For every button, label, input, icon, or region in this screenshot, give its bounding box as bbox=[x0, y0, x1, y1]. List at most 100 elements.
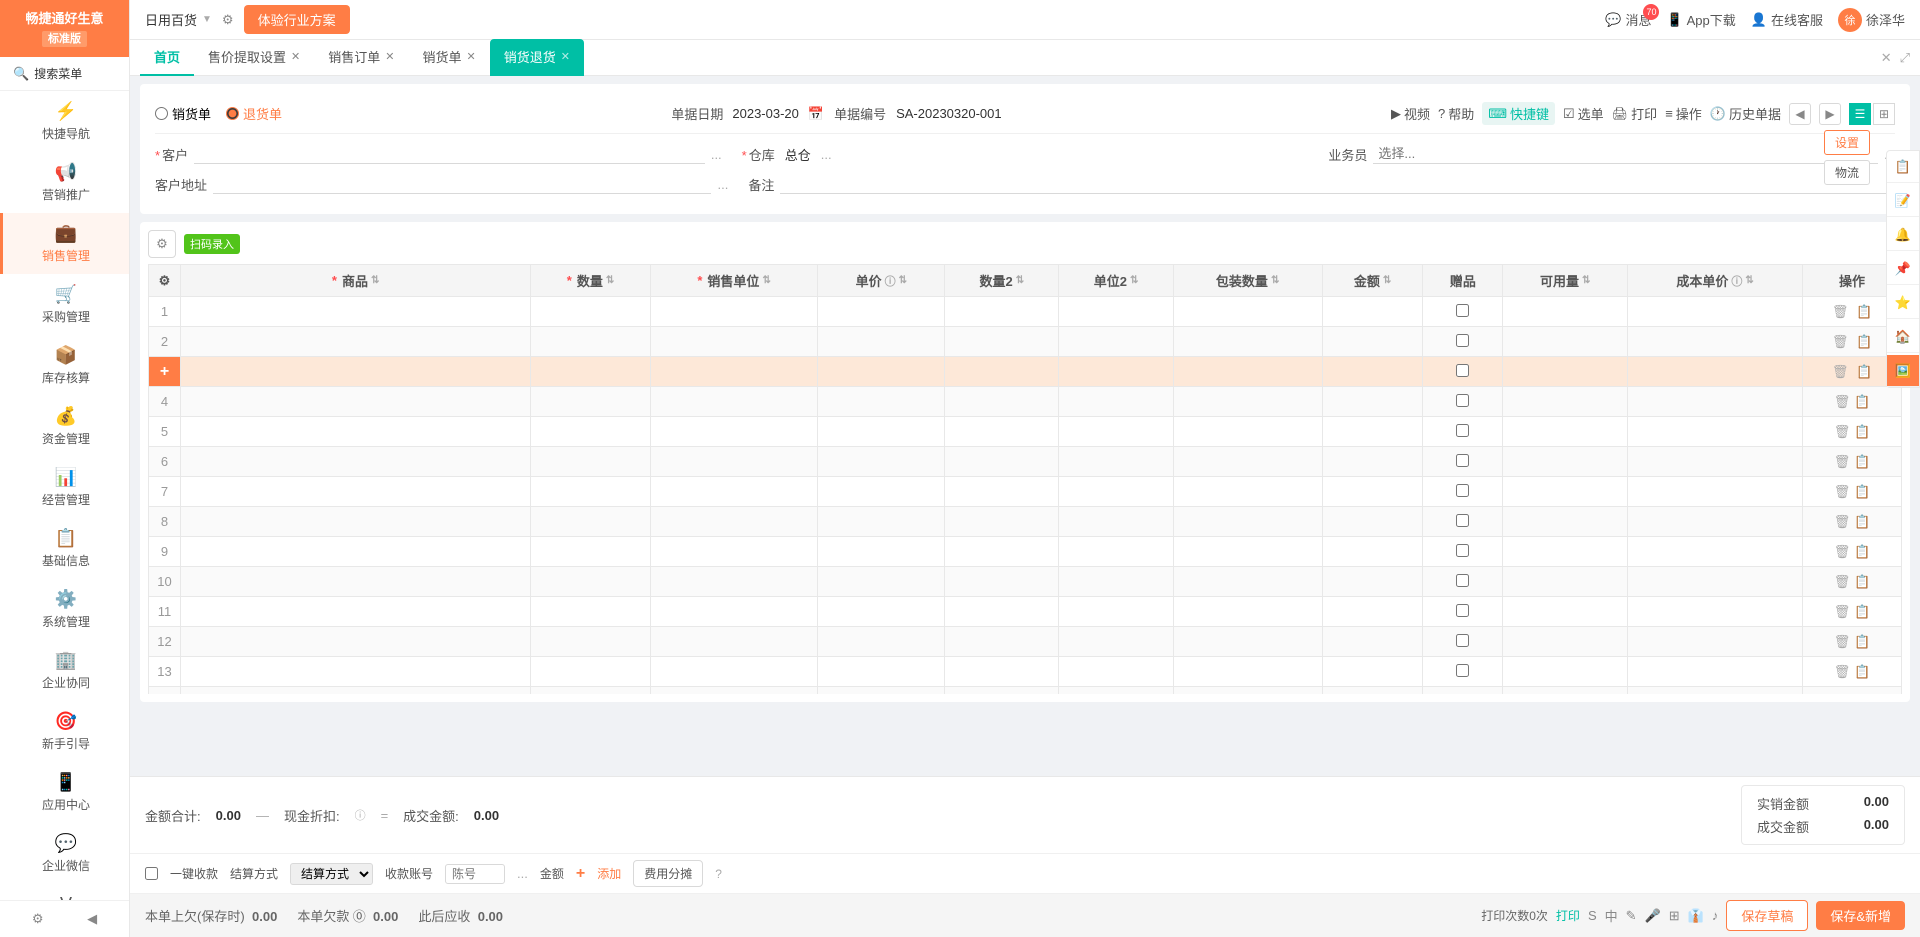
gift-checkbox[interactable] bbox=[1456, 304, 1469, 317]
help-tool[interactable]: ? 帮助 bbox=[1438, 104, 1474, 123]
logistics-btn[interactable]: 物流 bbox=[1824, 160, 1870, 185]
gift-checkbox[interactable] bbox=[1456, 454, 1469, 467]
salesperson-input[interactable] bbox=[1373, 144, 1878, 164]
address-input[interactable] bbox=[213, 174, 711, 194]
gift-checkbox[interactable] bbox=[1456, 424, 1469, 437]
unit2-sort-icon[interactable]: ⇅ bbox=[1130, 275, 1138, 286]
qty-cell[interactable] bbox=[531, 297, 650, 327]
qty2-sort-icon[interactable]: ⇅ bbox=[1016, 275, 1024, 286]
tab-sale-price[interactable]: 售价提取设置 ✕ bbox=[194, 39, 314, 76]
unit2-cell[interactable] bbox=[1059, 297, 1173, 327]
sidebar-search[interactable]: 🔍 搜索菜单 bbox=[0, 57, 129, 91]
product-sort-icon[interactable]: ⇅ bbox=[371, 275, 379, 286]
cash-discount-info[interactable]: ⓘ bbox=[355, 807, 366, 823]
delete-icon[interactable]: 🗑 bbox=[1834, 544, 1851, 559]
radio-sale[interactable]: 销货单 bbox=[155, 104, 211, 123]
unit-sort-icon[interactable]: ⇅ bbox=[762, 275, 770, 286]
remark-input[interactable] bbox=[780, 174, 1895, 194]
delete-icon[interactable]: 🗑 bbox=[1834, 484, 1851, 499]
gift-checkbox[interactable] bbox=[1456, 544, 1469, 557]
gift-checkbox[interactable] bbox=[1456, 394, 1469, 407]
copy-icon[interactable]: 📋 bbox=[1854, 544, 1870, 559]
next-record-btn[interactable]: ▶ bbox=[1819, 103, 1841, 125]
settlement-select[interactable]: 结算方式 bbox=[290, 863, 373, 885]
delete-icon[interactable]: 🗑 bbox=[1834, 694, 1851, 695]
history-tool[interactable]: 🕐 历史单据 bbox=[1710, 104, 1781, 123]
fee-split-btn[interactable]: 费用分摊 bbox=[633, 860, 703, 887]
sidebar-item-marketing[interactable]: 📢 营销推广 bbox=[0, 152, 129, 213]
sidebar-item-sales-mgmt[interactable]: 💼 销售管理 bbox=[0, 213, 129, 274]
sidebar-collapse-icon[interactable]: ◀ bbox=[87, 911, 97, 927]
tab-close-icon[interactable]: ✕ bbox=[467, 50, 476, 63]
cost-sort-icon[interactable]: ⇅ bbox=[1745, 275, 1753, 286]
gift-checkbox[interactable] bbox=[1456, 664, 1469, 677]
rfp-btn-5[interactable]: ⭐ bbox=[1887, 287, 1919, 319]
gift-checkbox[interactable] bbox=[1456, 334, 1469, 347]
unit-cell[interactable] bbox=[650, 297, 818, 327]
gift-checkbox[interactable] bbox=[1456, 694, 1469, 695]
save-new-btn[interactable]: 保存&新增 bbox=[1816, 901, 1905, 930]
pack-cell[interactable] bbox=[1173, 297, 1322, 327]
tab-close-all-icon[interactable]: ✕ bbox=[1881, 50, 1892, 66]
rfp-btn-6[interactable]: 🏠 bbox=[1887, 321, 1919, 353]
product-cell[interactable] bbox=[181, 297, 531, 327]
delete-icon[interactable]: 🗑 bbox=[1834, 454, 1851, 469]
sidebar-item-quick-nav[interactable]: ⚡ 快捷导航 bbox=[0, 91, 129, 152]
rfp-btn-1[interactable]: 📋 bbox=[1887, 151, 1919, 183]
delete-icon[interactable]: 🗑 bbox=[1832, 364, 1849, 379]
gift-checkbox[interactable] bbox=[1456, 484, 1469, 497]
copy-icon[interactable]: 📋 bbox=[1854, 454, 1870, 469]
tab-sale-delivery[interactable]: 销货单 ✕ bbox=[408, 39, 489, 76]
rfp-btn-3[interactable]: 🔔 bbox=[1887, 219, 1919, 251]
available-sort-icon[interactable]: ⇅ bbox=[1582, 275, 1590, 286]
tab-home[interactable]: 首页 bbox=[140, 39, 194, 76]
shortcut-tool[interactable]: ⌨ 快捷键 bbox=[1482, 102, 1555, 125]
gift-checkbox[interactable] bbox=[1456, 574, 1469, 587]
calendar-icon[interactable]: 📅 bbox=[808, 106, 824, 122]
sidebar-item-inventory[interactable]: 📦 库存核算 bbox=[0, 335, 129, 396]
copy-icon[interactable]: 📋 bbox=[1854, 694, 1870, 695]
available-cell[interactable] bbox=[1503, 297, 1628, 327]
table-view-btn[interactable]: ☰ bbox=[1849, 103, 1871, 125]
warehouse-dots[interactable]: ... bbox=[821, 147, 832, 162]
radio-return-input[interactable] bbox=[226, 107, 239, 120]
pack-sort-icon[interactable]: ⇅ bbox=[1271, 275, 1279, 286]
cost-info-icon[interactable]: ⓘ bbox=[1731, 273, 1742, 289]
prev-record-btn[interactable]: ◀ bbox=[1789, 103, 1811, 125]
copy-icon[interactable]: 📋 bbox=[1854, 634, 1870, 649]
message-section[interactable]: 💬 70 消息 bbox=[1605, 10, 1651, 29]
sidebar-item-enterprise[interactable]: 🏢 企业协同 bbox=[0, 640, 129, 701]
account-input[interactable] bbox=[445, 864, 505, 884]
amount-sort-icon[interactable]: ⇅ bbox=[1383, 275, 1391, 286]
copy-icon[interactable]: 📋 bbox=[1854, 484, 1870, 499]
sidebar-item-enterprise-wechat[interactable]: 💬 企业微信 bbox=[0, 823, 129, 884]
price-cell[interactable] bbox=[818, 297, 945, 327]
delete-icon[interactable]: 🗑 bbox=[1832, 334, 1849, 349]
sidebar-item-operations[interactable]: 📊 经营管理 bbox=[0, 457, 129, 518]
sidebar-item-beginner[interactable]: 🎯 新手引导 bbox=[0, 701, 129, 762]
print-btn[interactable]: 打印 bbox=[1556, 907, 1580, 924]
daily-selector[interactable]: 日用百货 ▼ bbox=[145, 10, 212, 29]
grid-view-btn[interactable]: ⊞ bbox=[1873, 103, 1895, 125]
delete-icon[interactable]: 🗑 bbox=[1834, 514, 1851, 529]
rfp-btn-4[interactable]: 📌 bbox=[1887, 253, 1919, 285]
trial-btn[interactable]: 体验行业方案 bbox=[244, 5, 350, 34]
print-tool[interactable]: 🖨 打印 bbox=[1612, 104, 1658, 123]
qty-sort-icon[interactable]: ⇅ bbox=[606, 275, 614, 286]
delete-icon[interactable]: 🗑 bbox=[1834, 394, 1851, 409]
customer-dots[interactable]: ... bbox=[711, 147, 722, 162]
user-section[interactable]: 徐 徐泽华 bbox=[1838, 8, 1905, 32]
sidebar-item-purchase[interactable]: 🛒 采购管理 bbox=[0, 274, 129, 335]
form-settings-btn[interactable]: 设置 bbox=[1824, 130, 1870, 155]
copy-icon[interactable]: 📋 bbox=[1856, 334, 1872, 349]
sidebar-item-vip[interactable]: V 畅会员 bbox=[0, 884, 129, 900]
copy-icon[interactable]: 📋 bbox=[1854, 664, 1870, 679]
address-dots[interactable]: ... bbox=[717, 177, 728, 192]
video-tool[interactable]: ▶ 视频 bbox=[1391, 104, 1430, 123]
copy-icon[interactable]: 📋 bbox=[1854, 424, 1870, 439]
cost-cell[interactable] bbox=[1628, 297, 1803, 327]
tab-sale-return[interactable]: 销货退货 ✕ bbox=[490, 39, 584, 76]
topbar-settings-icon[interactable]: ⚙ bbox=[222, 12, 234, 28]
delete-icon[interactable]: 🗑 bbox=[1834, 424, 1851, 439]
copy-icon[interactable]: 📋 bbox=[1854, 604, 1870, 619]
